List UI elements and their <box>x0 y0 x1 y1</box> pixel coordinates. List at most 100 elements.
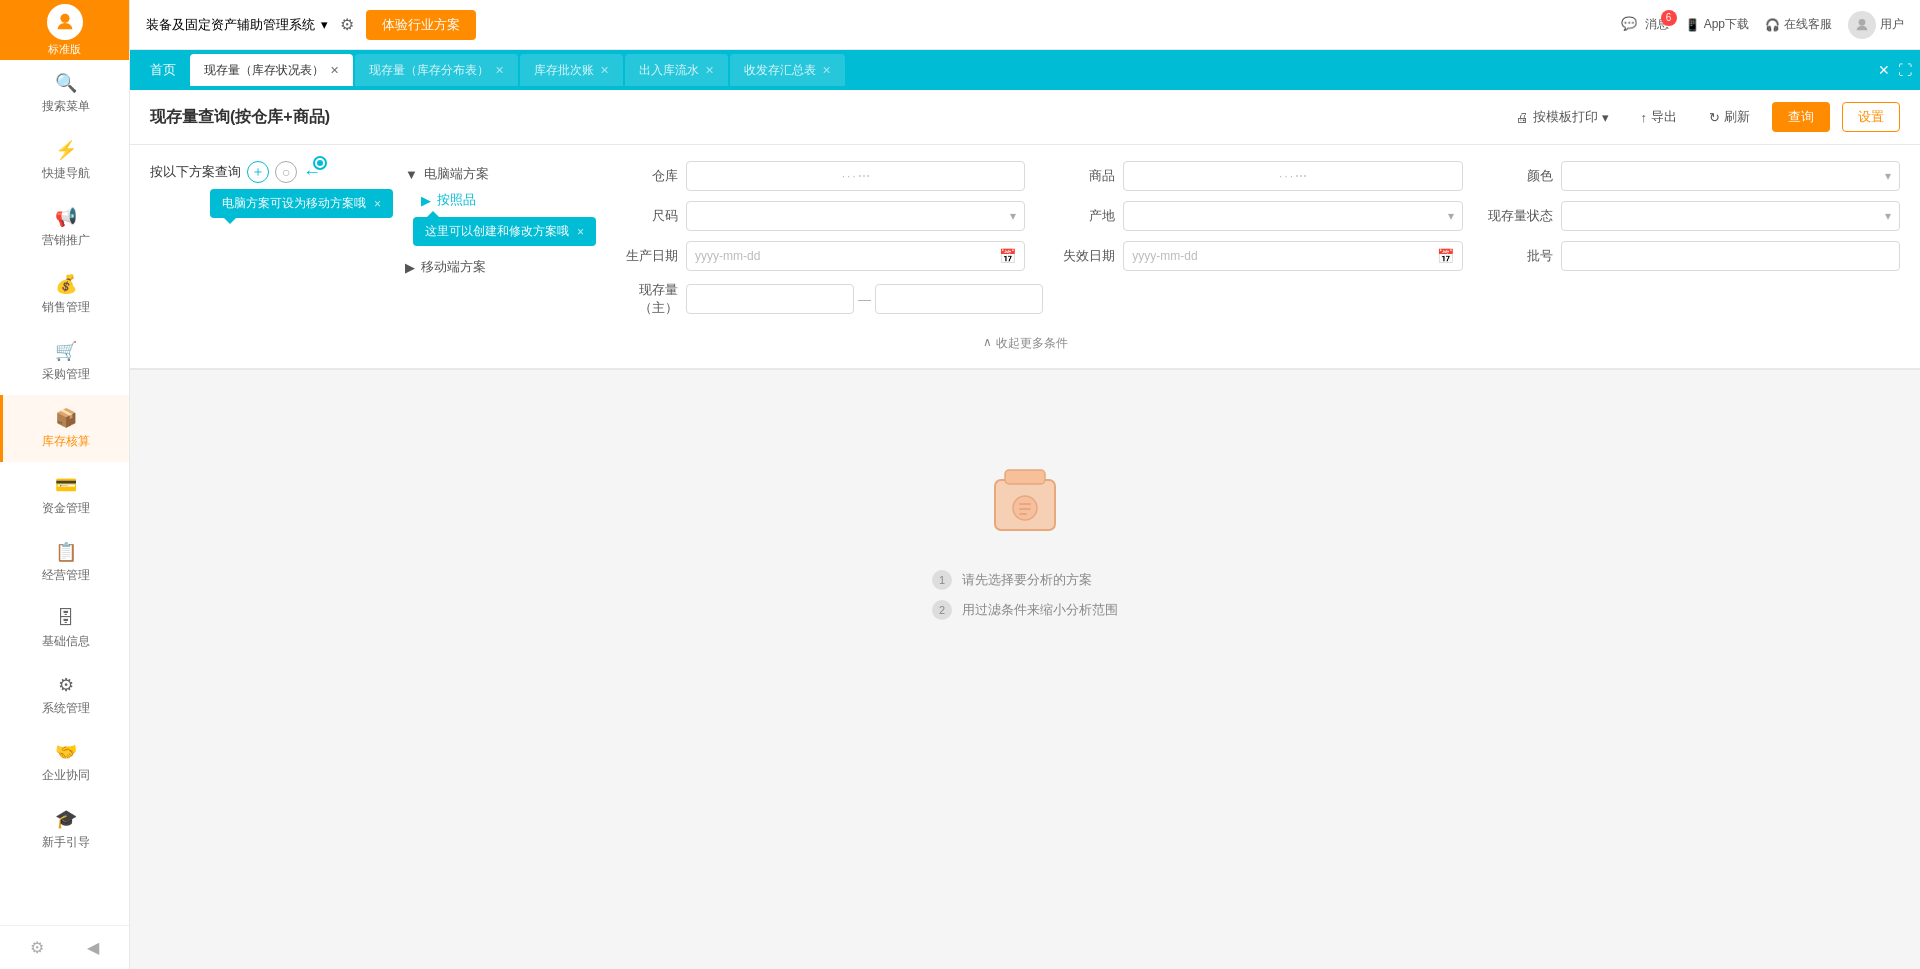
experience-button[interactable]: 体验行业方案 <box>366 10 476 40</box>
tooltip1-close-btn[interactable]: × <box>374 197 381 211</box>
scheme-node-mobile[interactable]: ▶ 移动端方案 <box>405 254 596 280</box>
empty-steps: 1 请先选择要分析的方案 2 用过滤条件来缩小分析范围 <box>932 570 1118 620</box>
step-2-text: 用过滤条件来缩小分析范围 <box>962 601 1118 619</box>
tab-batch-ledger[interactable]: 库存批次账 ✕ <box>520 54 623 86</box>
header-left: 装备及固定资产辅助管理系统 ▾ ⚙ 体验行业方案 <box>146 10 476 40</box>
tab-receipt-summary[interactable]: 收发存汇总表 ✕ <box>730 54 845 86</box>
settings-button[interactable]: 设置 <box>1842 102 1900 132</box>
sidebar-menu: 🔍 搜索菜单 ⚡ 快捷导航 📢 营销推广 💰 销售管理 🛒 采购管理 📦 库存核… <box>0 60 129 925</box>
sidebar-item-operations[interactable]: 📋 经营管理 <box>0 529 129 596</box>
sidebar-item-finance[interactable]: 💳 资金管理 <box>0 462 129 529</box>
tab-inventory-status-label: 现存量（库存状况表） <box>204 62 324 79</box>
inventory-main-to[interactable] <box>875 284 1043 314</box>
system-name-selector[interactable]: 装备及固定资产辅助管理系统 ▾ <box>146 16 328 34</box>
basic-icon: 🗄 <box>57 608 75 629</box>
sidebar-item-system[interactable]: ⚙ 系统管理 <box>0 662 129 729</box>
color-select[interactable]: ▾ <box>1561 161 1900 191</box>
range-dash: — <box>858 292 871 307</box>
warehouse-field: 仓库 ··· ⋯ <box>608 161 1025 191</box>
empty-state: 1 请先选择要分析的方案 2 用过滤条件来缩小分析范围 <box>130 370 1920 700</box>
add-scheme-button[interactable]: ＋ <box>247 161 269 183</box>
app-download-button[interactable]: 📱 App下载 <box>1685 16 1749 33</box>
size-label: 尺码 <box>608 207 678 225</box>
empty-step-2: 2 用过滤条件来缩小分析范围 <box>932 600 1118 620</box>
tab-close-all-icon[interactable]: ✕ <box>1878 62 1890 78</box>
tab-in-out-flow-close[interactable]: ✕ <box>705 64 714 77</box>
sidebar-item-marketing[interactable]: 📢 营销推广 <box>0 194 129 261</box>
sidebar-item-search[interactable]: 🔍 搜索菜单 <box>0 60 129 127</box>
collapse-text: 收起更多条件 <box>996 335 1068 352</box>
tab-receipt-summary-close[interactable]: ✕ <box>822 64 831 77</box>
online-support-button[interactable]: 🎧 在线客服 <box>1765 16 1832 33</box>
inventory-main-from[interactable] <box>686 284 854 314</box>
tooltip2-close-btn[interactable]: × <box>577 225 584 239</box>
cooperation-icon: 🤝 <box>55 741 77 763</box>
scheme-selected-indicator: ▶ <box>421 193 431 208</box>
sidebar-settings-icon[interactable]: ⚙ <box>30 938 44 957</box>
tab-receipt-summary-label: 收发存汇总表 <box>744 62 816 79</box>
user-area[interactable]: 用户 <box>1848 11 1904 39</box>
svg-rect-6 <box>1019 508 1031 510</box>
tab-in-out-flow[interactable]: 出入库流水 ✕ <box>625 54 728 86</box>
collapse-bar[interactable]: ∧ 收起更多条件 <box>150 327 1900 352</box>
page-title: 现存量查询(按仓库+商品) <box>150 107 330 128</box>
inventory-status-label: 现存量状态 <box>1483 207 1553 225</box>
sidebar-item-basic[interactable]: 🗄 基础信息 <box>0 596 129 662</box>
origin-select[interactable]: ▾ <box>1123 201 1462 231</box>
print-button[interactable]: 🖨 按模板打印 ▾ <box>1506 104 1619 130</box>
inventory-main-field: 现存量（主） — <box>608 281 1043 317</box>
content-area: 现存量查询(按仓库+商品) 🖨 按模板打印 ▾ ↑ 导出 ↻ 刷新 查询 设置 <box>130 90 1920 969</box>
inventory-status-select[interactable]: ▾ <box>1561 201 1900 231</box>
production-date-calendar-icon: 📅 <box>999 248 1016 264</box>
sidebar-item-purchase[interactable]: 🛒 采购管理 <box>0 328 129 395</box>
sidebar-footer: ⚙ ◀ <box>0 925 129 969</box>
warehouse-input[interactable]: ··· ⋯ <box>686 161 1025 191</box>
sidebar-item-cooperation[interactable]: 🤝 企业协同 <box>0 729 129 796</box>
empty-illustration <box>975 450 1075 550</box>
size-select[interactable]: ▾ <box>686 201 1025 231</box>
sidebar-item-quick[interactable]: ⚡ 快捷导航 <box>0 127 129 194</box>
export-icon: ↑ <box>1641 110 1648 125</box>
tab-inventory-status[interactable]: 现存量（库存状况表） ✕ <box>190 54 353 86</box>
svg-rect-7 <box>1019 513 1027 515</box>
production-date-field: 生产日期 yyyy-mm-dd 📅 <box>608 241 1025 271</box>
expiry-date-input[interactable]: yyyy-mm-dd 📅 <box>1123 241 1462 271</box>
tab-inventory-status-close[interactable]: ✕ <box>330 64 339 77</box>
scheme-node-desktop[interactable]: ▼ 电脑端方案 <box>405 161 596 187</box>
quick-icon: ⚡ <box>55 139 77 161</box>
print-icon: 🖨 <box>1516 110 1529 125</box>
sidebar-item-guide[interactable]: 🎓 新手引导 <box>0 796 129 863</box>
tab-inventory-dist-close[interactable]: ✕ <box>495 64 504 77</box>
dropdown-icon: ▾ <box>321 17 328 32</box>
query-button[interactable]: 查询 <box>1772 102 1830 132</box>
step-2-num: 2 <box>932 600 952 620</box>
sidebar-item-sales[interactable]: 💰 销售管理 <box>0 261 129 328</box>
guide-icon: 🎓 <box>55 808 77 830</box>
step-1-num: 1 <box>932 570 952 590</box>
inventory-status-dropdown-icon: ▾ <box>1885 209 1891 223</box>
header-settings-icon[interactable]: ⚙ <box>340 15 354 34</box>
message-icon: 💬 <box>1621 16 1637 31</box>
tab-bar: 首页 现存量（库存状况表） ✕ 现存量（库存分布表） ✕ 库存批次账 ✕ 出入库… <box>130 50 1920 90</box>
message-button[interactable]: 💬 6 消息 <box>1621 16 1669 33</box>
filter-label: 按以下方案查询 <box>150 163 241 181</box>
goods-input[interactable]: ··· ⋯ <box>1123 161 1462 191</box>
tab-batch-ledger-close[interactable]: ✕ <box>600 64 609 77</box>
purchase-icon: 🛒 <box>55 340 77 362</box>
refresh-button[interactable]: ↻ 刷新 <box>1699 104 1760 130</box>
edit-scheme-button[interactable]: ○ <box>275 161 297 183</box>
batch-no-input[interactable] <box>1561 241 1900 271</box>
message-badge: 6 <box>1661 10 1677 26</box>
tab-inventory-dist[interactable]: 现存量（库存分布表） ✕ <box>355 54 518 86</box>
production-date-input[interactable]: yyyy-mm-dd 📅 <box>686 241 1025 271</box>
tab-home[interactable]: 首页 <box>138 55 188 85</box>
scheme-node-byproduct[interactable]: ▶ 按照品 <box>421 187 596 213</box>
phone-icon: 📱 <box>1685 18 1700 32</box>
operations-icon: 📋 <box>55 541 77 563</box>
sidebar-collapse-icon[interactable]: ◀ <box>87 938 99 957</box>
tab-bar-actions: ✕ ⛶ <box>1878 62 1912 78</box>
sidebar-item-inventory[interactable]: 📦 库存核算 <box>0 395 129 462</box>
export-button[interactable]: ↑ 导出 <box>1631 104 1688 130</box>
header-right: 💬 6 消息 📱 App下载 🎧 在线客服 用户 <box>1621 11 1904 39</box>
tab-fullscreen-icon[interactable]: ⛶ <box>1898 62 1912 78</box>
